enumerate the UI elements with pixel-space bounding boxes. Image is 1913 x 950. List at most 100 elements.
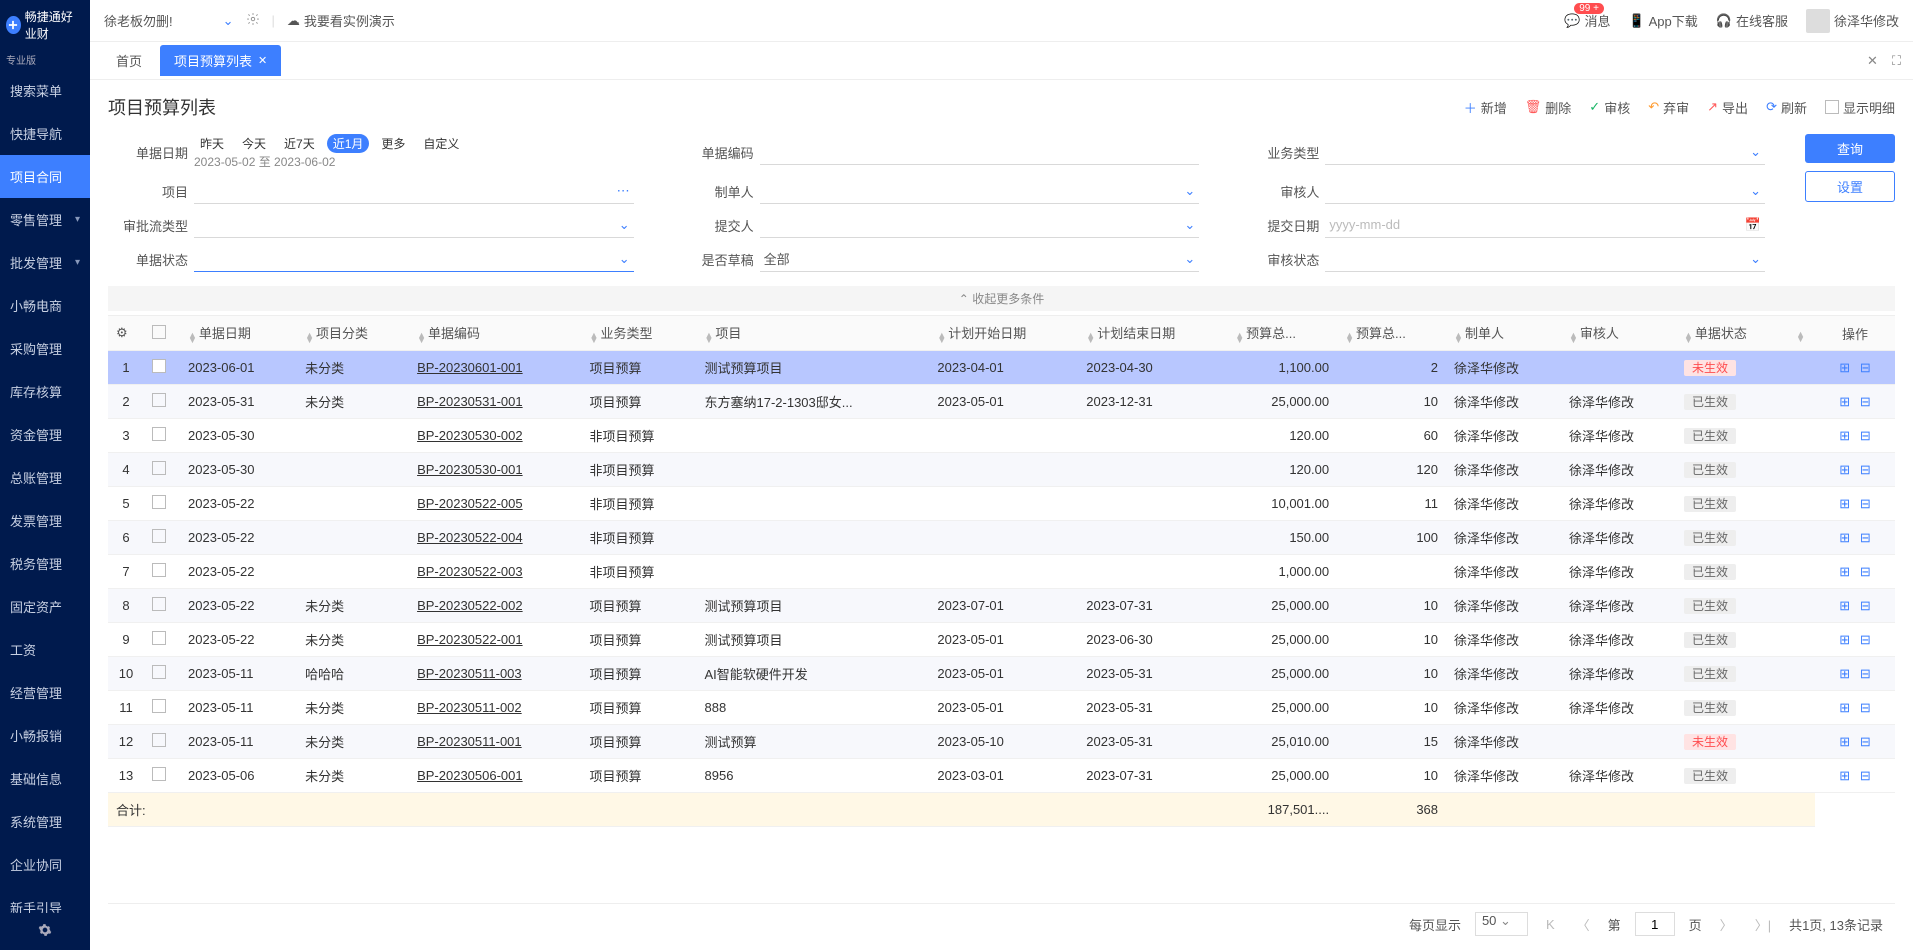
last-page-button[interactable]: 〉|: [1751, 915, 1775, 934]
sidebar-item[interactable]: 基础信息: [0, 757, 90, 800]
sidebar-item[interactable]: 工资: [0, 628, 90, 671]
view-icon[interactable]: ⊞: [1839, 564, 1850, 579]
date-chip[interactable]: 自定义: [417, 134, 465, 153]
column-header[interactable]: ▲▼计划开始日期: [929, 316, 1078, 351]
table-row[interactable]: 6 2023-05-22 BP-20230522-004 非项目预算 150.0…: [108, 521, 1895, 555]
view-icon[interactable]: ⊞: [1839, 768, 1850, 783]
more-icon[interactable]: ⊟: [1860, 530, 1871, 545]
column-header[interactable]: ▲▼单据编码: [409, 316, 581, 351]
bill-code-link[interactable]: BP-20230522-003: [417, 564, 523, 579]
auditor-select[interactable]: ⌄: [1325, 178, 1765, 204]
row-checkbox[interactable]: [152, 495, 166, 509]
delete-button[interactable]: 🗑删除: [1525, 98, 1572, 117]
sidebar-item[interactable]: 快捷导航: [0, 112, 90, 155]
more-icon[interactable]: ⊟: [1860, 564, 1871, 579]
column-header[interactable]: ▲▼预算总...: [1337, 316, 1446, 351]
bill-code-link[interactable]: BP-20230530-002: [417, 428, 523, 443]
project-select[interactable]: ⋯: [194, 178, 634, 204]
sidebar-item[interactable]: 资金管理: [0, 413, 90, 456]
view-icon[interactable]: ⊞: [1839, 496, 1850, 511]
date-chip[interactable]: 近7天: [278, 134, 321, 153]
column-header[interactable]: ▲▼计划结束日期: [1078, 316, 1227, 351]
fullscreen-icon[interactable]: ⛶: [1892, 53, 1901, 69]
message-button[interactable]: 99 + 💬 消息: [1564, 11, 1610, 30]
sidebar-item[interactable]: 批发管理▾: [0, 241, 90, 284]
tab-home[interactable]: 首页: [102, 45, 156, 76]
column-header[interactable]: ▲▼项目分类: [297, 316, 409, 351]
table-row[interactable]: 5 2023-05-22 BP-20230522-005 非项目预算 10,00…: [108, 487, 1895, 521]
view-icon[interactable]: ⊞: [1839, 700, 1850, 715]
bill-code-link[interactable]: BP-20230522-005: [417, 496, 523, 511]
demo-link[interactable]: ☁ 我要看实例演示: [287, 11, 395, 30]
date-chip[interactable]: 昨天: [194, 134, 230, 153]
is-draft-select[interactable]: 全部⌄: [760, 246, 1200, 272]
table-row[interactable]: 9 2023-05-22 未分类 BP-20230522-001 项目预算 测试…: [108, 623, 1895, 657]
view-icon[interactable]: ⊞: [1839, 632, 1850, 647]
row-checkbox[interactable]: [152, 597, 166, 611]
sidebar-item[interactable]: 新手引导: [0, 886, 90, 913]
view-icon[interactable]: ⊞: [1839, 598, 1850, 613]
bill-code-link[interactable]: BP-20230522-002: [417, 598, 523, 613]
more-icon[interactable]: ⊟: [1860, 632, 1871, 647]
more-icon[interactable]: ⊟: [1860, 768, 1871, 783]
table-row[interactable]: 3 2023-05-30 BP-20230530-002 非项目预算 120.0…: [108, 419, 1895, 453]
user-menu[interactable]: 徐泽华修改: [1806, 9, 1899, 33]
view-icon[interactable]: ⊞: [1839, 394, 1850, 409]
first-page-button[interactable]: K: [1542, 917, 1559, 932]
column-header[interactable]: ▲▼: [1788, 316, 1815, 351]
sidebar-item[interactable]: 企业协同: [0, 843, 90, 886]
column-header[interactable]: ▲▼审核人: [1561, 316, 1676, 351]
column-settings-icon[interactable]: ⚙: [116, 325, 128, 340]
refresh-button[interactable]: ⟳刷新: [1766, 98, 1807, 117]
bill-code-link[interactable]: BP-20230522-004: [417, 530, 523, 545]
sidebar-item[interactable]: 固定资产: [0, 585, 90, 628]
sidebar-item[interactable]: 系统管理: [0, 800, 90, 843]
sidebar-item[interactable]: 采购管理: [0, 327, 90, 370]
table-row[interactable]: 12 2023-05-11 未分类 BP-20230511-001 项目预算 测…: [108, 725, 1895, 759]
bill-status-select[interactable]: ⌄: [194, 246, 634, 272]
column-header[interactable]: ▲▼制单人: [1446, 316, 1561, 351]
sidebar-item[interactable]: 小畅报销: [0, 714, 90, 757]
column-header[interactable]: ▲▼单据状态: [1676, 316, 1788, 351]
more-icon[interactable]: ⊟: [1860, 496, 1871, 511]
settings-icon[interactable]: [246, 12, 260, 29]
sidebar-item[interactable]: 小畅电商: [0, 284, 90, 327]
sidebar-item[interactable]: 税务管理: [0, 542, 90, 585]
flow-type-select[interactable]: ⌄: [194, 212, 634, 238]
row-checkbox[interactable]: [152, 699, 166, 713]
audit-button[interactable]: ✓审核: [1589, 98, 1630, 117]
row-checkbox[interactable]: [152, 359, 166, 373]
audit-status-select[interactable]: ⌄: [1325, 246, 1765, 272]
drop-audit-button[interactable]: ↶弃审: [1648, 98, 1689, 117]
row-checkbox[interactable]: [152, 733, 166, 747]
sidebar-item[interactable]: 总账管理: [0, 456, 90, 499]
filter-settings-button[interactable]: 设置: [1805, 171, 1895, 202]
row-checkbox[interactable]: [152, 767, 166, 781]
bill-code-link[interactable]: BP-20230506-001: [417, 768, 523, 783]
page-size-select[interactable]: 50 ⌄: [1475, 912, 1528, 936]
next-page-button[interactable]: 〉: [1716, 915, 1737, 934]
view-icon[interactable]: ⊞: [1839, 530, 1850, 545]
table-row[interactable]: 1 2023-06-01 未分类 BP-20230601-001 项目预算 测试…: [108, 351, 1895, 385]
bill-code-link[interactable]: BP-20230511-002: [417, 700, 522, 715]
query-button[interactable]: 查询: [1805, 134, 1895, 163]
horizontal-scrollbar[interactable]: [108, 827, 1895, 841]
bill-code-link[interactable]: BP-20230511-001: [417, 734, 522, 749]
customer-service-button[interactable]: 🎧 在线客服: [1716, 11, 1788, 30]
bill-code-input[interactable]: [760, 139, 1200, 165]
creator-select[interactable]: ⌄: [760, 178, 1200, 204]
biz-type-select[interactable]: ⌄: [1325, 139, 1765, 165]
column-header[interactable]: ▲▼项目: [697, 316, 930, 351]
select-all-checkbox[interactable]: [152, 325, 166, 339]
collapse-filters-button[interactable]: ⌃ 收起更多条件: [108, 286, 1895, 311]
tab-budget-list[interactable]: 项目预算列表 ✕: [160, 45, 281, 76]
show-detail-toggle[interactable]: 显示明细: [1825, 98, 1895, 117]
prev-page-button[interactable]: 〈: [1573, 915, 1594, 934]
view-icon[interactable]: ⊞: [1839, 462, 1850, 477]
view-icon[interactable]: ⊞: [1839, 734, 1850, 749]
more-icon[interactable]: ⊟: [1860, 360, 1871, 375]
date-chip[interactable]: 近1月: [327, 134, 370, 153]
view-icon[interactable]: ⊞: [1839, 666, 1850, 681]
more-icon[interactable]: ⊟: [1860, 462, 1871, 477]
export-button[interactable]: ↗导出: [1707, 98, 1748, 117]
